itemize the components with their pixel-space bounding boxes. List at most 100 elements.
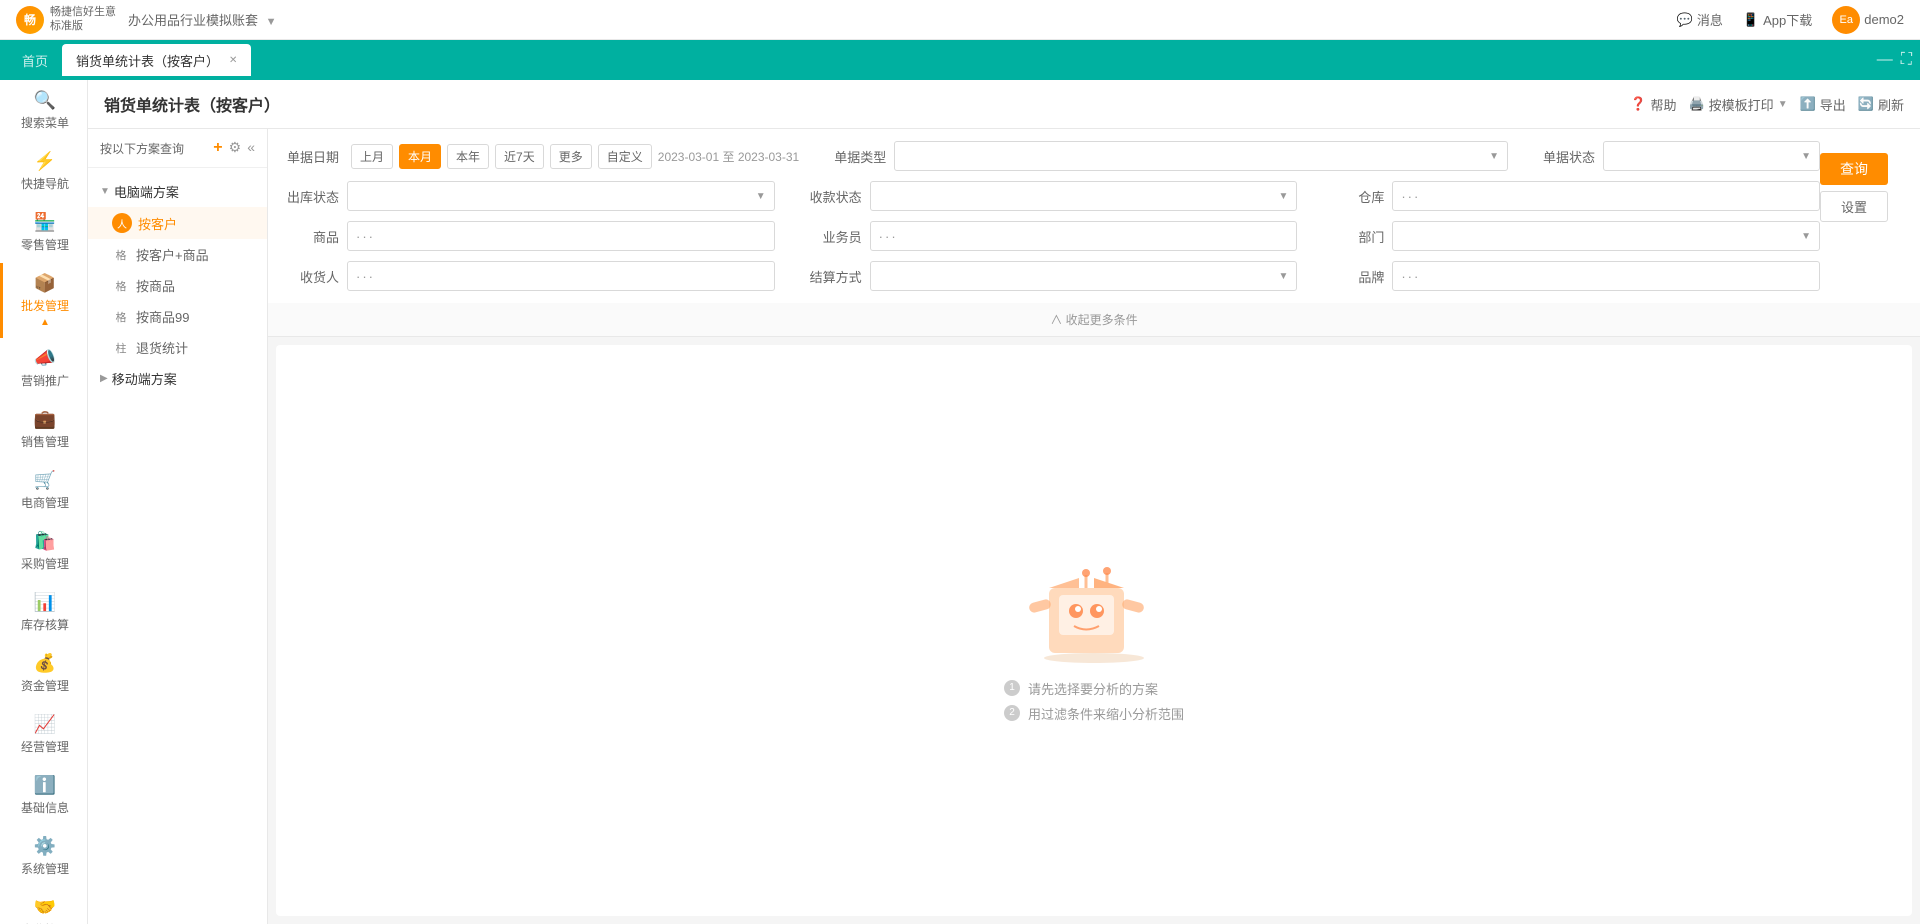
tree-section: ▼ 电脑端方案 人 按客户 格 按客户+商品 格 按商品: [88, 168, 267, 402]
date-btn-last-month[interactable]: 上月: [351, 144, 393, 169]
empty-illustration: [1014, 533, 1174, 663]
tree-child-by-customer[interactable]: 人 按客户: [88, 207, 267, 239]
tab-close-icon[interactable]: ✕: [229, 55, 237, 66]
settlement-select[interactable]: ▼: [870, 261, 1298, 291]
logo-area: 畅 畅捷信好生意 标准版: [16, 6, 116, 34]
date-btn-custom[interactable]: 自定义: [598, 144, 652, 169]
help-button[interactable]: ❓ 帮助: [1630, 95, 1676, 114]
sidebar-item-ecommerce[interactable]: 🛒 电商管理: [0, 460, 87, 521]
page-actions: ❓ 帮助 🖨️ 按模板打印 ▼ ⬆️ 导出 🔄 刷新: [1630, 95, 1904, 114]
page-header: 销货单统计表（按客户） ❓ 帮助 🖨️ 按模板打印 ▼ ⬆️ 导出 🔄 刷新: [88, 80, 1920, 129]
maximize-icon[interactable]: ⛶: [1901, 51, 1912, 69]
sidebar-item-retail[interactable]: 🏪 零售管理: [0, 202, 87, 263]
collect-status-select[interactable]: ▼: [870, 181, 1298, 211]
tree-expand-icon: ▶: [100, 373, 108, 384]
print-button[interactable]: 🖨️ 按模板打印 ▼: [1688, 95, 1787, 114]
goods-label: 商品: [284, 227, 339, 246]
brand-select[interactable]: ···: [1392, 261, 1820, 291]
tree-child-by-goods99[interactable]: 格 按商品99: [88, 301, 267, 332]
department-arrow-icon: ▼: [1801, 231, 1811, 242]
collapse-bar[interactable]: ∧ 收起更多条件: [268, 303, 1920, 337]
date-btn-this-year[interactable]: 本年: [447, 144, 489, 169]
top-bar-left: 畅 畅捷信好生意 标准版 办公用品行业模拟账套 ▼: [16, 6, 277, 34]
left-panel-icons: + ⚙ «: [213, 139, 255, 157]
ecommerce-icon: 🛒: [34, 470, 56, 491]
doc-status-select[interactable]: ▼: [1603, 141, 1820, 171]
empty-hint-2: 2 用过滤条件来缩小分析范围: [1004, 704, 1184, 723]
sidebar-item-basic[interactable]: ℹ️ 基础信息: [0, 765, 87, 826]
main-layout: 🔍 搜索菜单 ⚡ 快捷导航 🏪 零售管理 📦 批发管理 ▲ 📣 营销推广 💼 销…: [0, 80, 1920, 924]
help-icon: ❓: [1630, 96, 1646, 112]
left-panel-header: 按以下方案查询 + ⚙ «: [88, 129, 267, 168]
sidebar-item-operations[interactable]: 📈 经营管理: [0, 704, 87, 765]
date-btn-more[interactable]: 更多: [550, 144, 592, 169]
empty-state: 1 请先选择要分析的方案 2 用过滤条件来缩小分析范围: [276, 345, 1912, 916]
tree-child-customer-goods[interactable]: 格 按客户+商品: [88, 239, 267, 270]
title-dropdown-icon[interactable]: ▼: [266, 16, 277, 28]
tree-parent-pc[interactable]: ▼ 电脑端方案: [88, 176, 267, 207]
app-download-button[interactable]: 📱 App下载: [1743, 10, 1812, 29]
sidebar-item-sales[interactable]: 💼 销售管理: [0, 399, 87, 460]
doc-type-select[interactable]: ▼: [894, 141, 1508, 171]
warehouse-select[interactable]: ···: [1392, 181, 1820, 211]
wholesale-icon: 📦: [34, 273, 56, 294]
sidebar-item-inventory[interactable]: 📊 库存核算: [0, 582, 87, 643]
collect-status-arrow-icon: ▼: [1278, 191, 1288, 202]
settlement-arrow-icon: ▼: [1278, 271, 1288, 282]
tab-home[interactable]: 首页: [8, 44, 62, 76]
message-button[interactable]: 💬 消息: [1677, 10, 1723, 29]
export-button[interactable]: ⬆️ 导出: [1800, 95, 1846, 114]
tree-child-by-goods[interactable]: 格 按商品: [88, 270, 267, 301]
page-title: 销货单统计表（按客户）: [104, 92, 280, 116]
tree-parent-mobile[interactable]: ▶ 移动端方案: [88, 363, 267, 394]
user-menu[interactable]: Ea demo2: [1832, 6, 1904, 34]
salesperson-select[interactable]: ···: [870, 221, 1298, 251]
sidebar-item-purchase[interactable]: 🛍️ 采购管理: [0, 521, 87, 582]
minimize-icon[interactable]: —: [1877, 51, 1893, 69]
refresh-icon: 🔄: [1858, 96, 1874, 112]
tab-report[interactable]: 销货单统计表（按客户） ✕: [62, 44, 251, 76]
query-button[interactable]: 查询: [1820, 153, 1888, 185]
retail-icon: 🏪: [34, 212, 56, 233]
brand-label: 品牌: [1329, 267, 1384, 286]
date-btn-7days[interactable]: 近7天: [495, 144, 544, 169]
marketing-icon: 📣: [34, 348, 56, 369]
goods-select[interactable]: ···: [347, 221, 775, 251]
sidebar-item-wholesale[interactable]: 📦 批发管理 ▲: [0, 263, 87, 338]
settings-button[interactable]: 设置: [1820, 191, 1888, 222]
refresh-button[interactable]: 🔄 刷新: [1858, 95, 1904, 114]
collapse-panel-icon[interactable]: «: [247, 139, 255, 157]
add-scheme-icon[interactable]: +: [213, 139, 222, 157]
department-select[interactable]: ▼: [1392, 221, 1820, 251]
filter-section-inner: 单据日期 上月 本月 本年 近7天 更多 自定义 2023-03-01 至 20…: [268, 129, 1920, 303]
sidebar-item-quicknav[interactable]: ⚡ 快捷导航: [0, 141, 87, 202]
sidebar-item-finance[interactable]: 💰 资金管理: [0, 643, 87, 704]
filter-row-2: 出库状态 ▼ 收款状态: [284, 181, 1820, 211]
warehouse-label: 仓库: [1329, 187, 1384, 206]
date-group: 上月 本月 本年 近7天 更多 自定义 2023-03-01 至 2023-03…: [351, 144, 799, 169]
sidebar-item-search[interactable]: 🔍 搜索菜单: [0, 80, 87, 141]
avatar: Ea: [1832, 6, 1860, 34]
customer-goods-icon: 格: [112, 246, 130, 264]
filter-row-3: 商品 ··· 业务员 ···: [284, 221, 1820, 251]
system-icon: ⚙️: [34, 836, 56, 857]
app-title[interactable]: 办公用品行业模拟账套 ▼: [128, 10, 277, 29]
tree-child-return-stats[interactable]: 柱 退货统计: [88, 332, 267, 363]
sidebar-item-marketing[interactable]: 📣 营销推广: [0, 338, 87, 399]
filters-grid: 单据日期 上月 本月 本年 近7天 更多 自定义 2023-03-01 至 20…: [284, 141, 1820, 291]
settings-scheme-icon[interactable]: ⚙: [229, 139, 242, 157]
page-layout: 按以下方案查询 + ⚙ « ▼ 电脑端方案 人 按客户: [88, 129, 1920, 924]
sales-icon: 💼: [34, 409, 56, 430]
filter-section: 单据日期 上月 本月 本年 近7天 更多 自定义 2023-03-01 至 20…: [268, 129, 1920, 337]
customer-scheme-icon: 人: [112, 213, 132, 233]
out-status-label: 出库状态: [284, 187, 339, 206]
date-range: 2023-03-01 至 2023-03-31: [658, 148, 799, 165]
sidebar-item-system[interactable]: ⚙️ 系统管理: [0, 826, 87, 887]
out-status-select[interactable]: ▼: [347, 181, 775, 211]
print-dropdown-icon: ▼: [1778, 99, 1788, 110]
action-buttons: 查询 设置: [1820, 141, 1904, 291]
date-btn-this-month[interactable]: 本月: [399, 144, 441, 169]
hint-num-1: 1: [1004, 680, 1020, 696]
sidebar-item-enterprise[interactable]: 🤝 企业协同: [0, 887, 87, 924]
consignee-select[interactable]: ···: [347, 261, 775, 291]
